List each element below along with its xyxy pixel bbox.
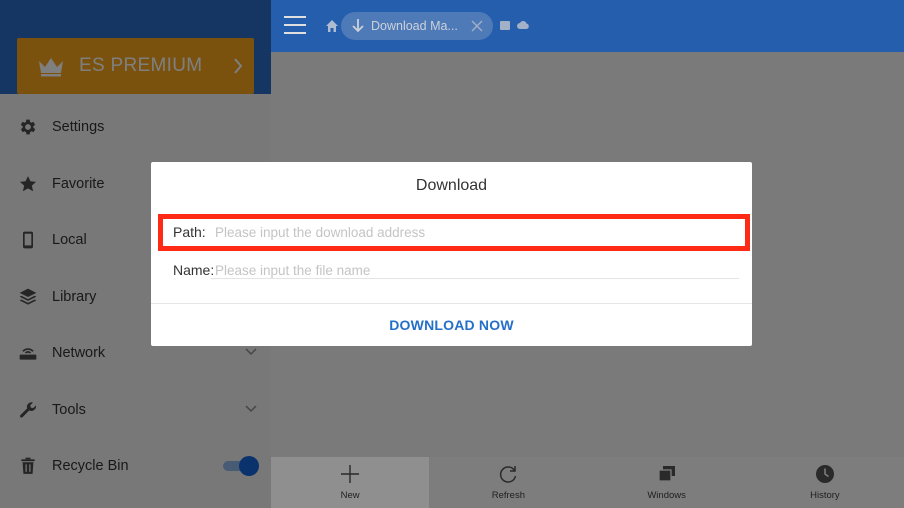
- menu-icon[interactable]: [283, 14, 307, 36]
- history-label: History: [810, 490, 840, 501]
- phone-icon: [18, 230, 38, 250]
- download-now-button[interactable]: DOWNLOAD NOW: [151, 304, 752, 346]
- sidebar-item-label: Favorite: [52, 175, 105, 192]
- sidebar-item-settings[interactable]: Settings: [0, 99, 271, 156]
- clock-icon: [814, 463, 836, 485]
- name-label: Name:: [173, 262, 215, 278]
- download-dialog: Download Path: Name: DOWNLOAD NOW: [151, 162, 752, 346]
- chevron-down-icon[interactable]: [245, 347, 257, 357]
- window-icon[interactable]: [500, 21, 510, 30]
- sidebar-item-recycle-bin[interactable]: Recycle Bin: [0, 438, 271, 495]
- star-icon: [18, 174, 38, 194]
- tab-label: Download Ma...: [371, 19, 458, 33]
- top-toolbar: Download Ma...: [271, 0, 904, 52]
- sidebar-item-label: Library: [52, 288, 97, 305]
- refresh-icon: [497, 463, 519, 485]
- name-input-underline: [211, 278, 739, 279]
- close-icon[interactable]: [471, 20, 483, 32]
- layers-icon: [18, 287, 38, 307]
- name-field-row: Name:: [165, 255, 738, 285]
- sidebar-item-label: Network: [52, 345, 106, 362]
- premium-banner[interactable]: ES PREMIUM: [17, 38, 254, 94]
- home-icon[interactable]: [325, 19, 339, 33]
- chevron-down-icon[interactable]: [245, 404, 257, 414]
- sidebar-item-label: Settings: [52, 119, 105, 136]
- windows-icon: [656, 463, 678, 485]
- windows-label: Windows: [647, 490, 686, 501]
- dialog-title: Download: [415, 177, 488, 194]
- sidebar-item-tools[interactable]: Tools: [0, 382, 271, 439]
- windows-button[interactable]: Windows: [588, 457, 746, 508]
- router-icon: [18, 343, 38, 363]
- tab-download-manager[interactable]: Download Ma...: [341, 12, 493, 40]
- path-label: Path:: [173, 224, 206, 240]
- toggle-knob: [239, 456, 259, 476]
- history-button[interactable]: History: [746, 457, 904, 508]
- bottom-toolbar: New Refresh Windows History: [271, 457, 904, 508]
- new-button[interactable]: New: [271, 457, 430, 508]
- recycle-bin-toggle[interactable]: [223, 455, 259, 477]
- sidebar-item-label: Recycle Bin: [52, 458, 129, 475]
- gear-icon: [18, 117, 38, 137]
- trash-icon: [18, 456, 38, 476]
- crown-icon: [39, 58, 63, 77]
- premium-label: ES PREMIUM: [79, 55, 203, 76]
- chevron-right-icon: [234, 58, 243, 74]
- refresh-button[interactable]: Refresh: [429, 457, 587, 508]
- plus-icon: [339, 463, 361, 485]
- sidebar-item-label: Tools: [52, 401, 86, 418]
- refresh-label: Refresh: [491, 490, 525, 501]
- path-field-row: Path:: [165, 217, 738, 247]
- new-label: New: [340, 490, 360, 501]
- wrench-icon: [18, 400, 38, 420]
- cloud-icon[interactable]: [517, 20, 529, 30]
- name-input[interactable]: [213, 255, 738, 285]
- download-icon: [352, 19, 364, 33]
- sidebar-item-label: Local: [52, 232, 87, 249]
- path-input[interactable]: [213, 217, 738, 247]
